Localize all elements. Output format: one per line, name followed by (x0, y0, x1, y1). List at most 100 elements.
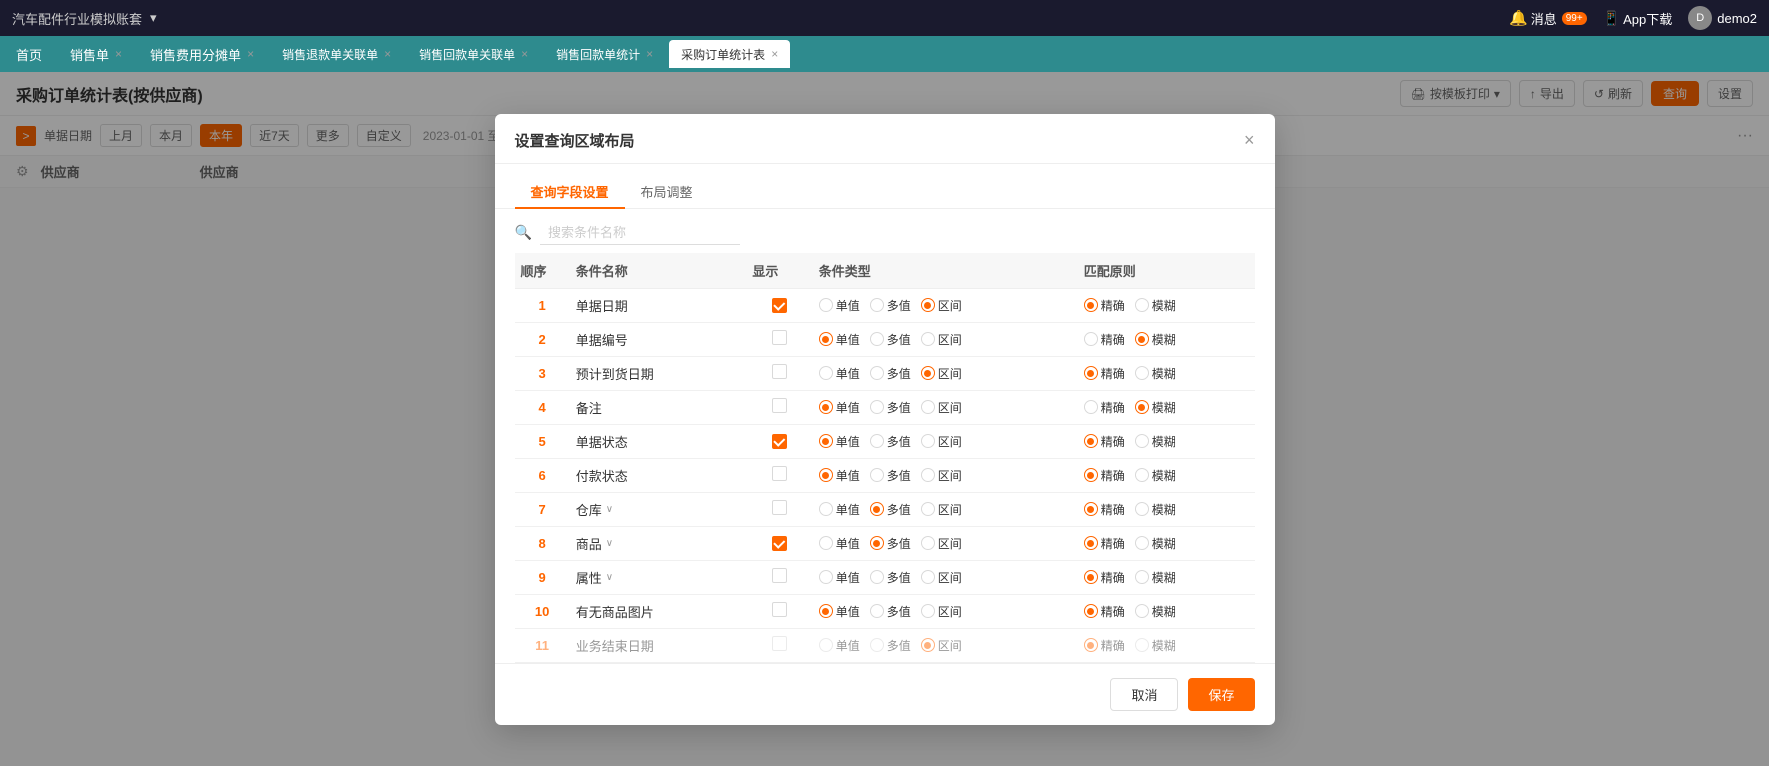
radio-single[interactable]: 单值 (819, 331, 860, 348)
tab-home[interactable]: 首页 (4, 40, 54, 68)
radio-exact[interactable]: 精确 (1084, 399, 1125, 416)
tab-sales-stat-close[interactable]: × (646, 47, 653, 61)
radio-single[interactable]: 单值 (819, 637, 860, 654)
display-checkbox[interactable] (772, 298, 787, 313)
display-checkbox[interactable] (772, 434, 787, 449)
cell-display[interactable] (746, 560, 812, 594)
cell-display[interactable] (746, 492, 812, 526)
radio-exact[interactable]: 精确 (1084, 365, 1125, 382)
display-checkbox[interactable] (772, 602, 787, 617)
radio-range[interactable]: 区间 (921, 433, 962, 450)
radio-multi[interactable]: 多值 (870, 467, 911, 484)
cancel-button[interactable]: 取消 (1110, 678, 1178, 711)
radio-fuzzy[interactable]: 模糊 (1135, 297, 1176, 314)
cell-display[interactable] (746, 390, 812, 424)
cell-display[interactable] (746, 628, 812, 662)
radio-multi[interactable]: 多值 (870, 365, 911, 382)
tab-purchase-stat-close[interactable]: × (771, 47, 778, 61)
tab-sales-refund[interactable]: 销售退款单关联单 × (270, 40, 403, 68)
display-checkbox[interactable] (772, 364, 787, 379)
radio-range[interactable]: 区间 (921, 569, 962, 586)
radio-single[interactable]: 单值 (819, 467, 860, 484)
radio-single[interactable]: 单值 (819, 365, 860, 382)
radio-range[interactable]: 区间 (921, 467, 962, 484)
display-checkbox[interactable] (772, 500, 787, 515)
cell-display[interactable] (746, 424, 812, 458)
display-checkbox[interactable] (772, 568, 787, 583)
radio-single[interactable]: 单值 (819, 433, 860, 450)
user-avatar[interactable]: D demo2 (1688, 6, 1757, 30)
radio-range[interactable]: 区间 (921, 399, 962, 416)
radio-exact[interactable]: 精确 (1084, 433, 1125, 450)
dropdown-arrow-icon[interactable]: ∨ (606, 538, 613, 549)
radio-range[interactable]: 区间 (921, 637, 962, 654)
radio-range[interactable]: 区间 (921, 297, 962, 314)
modal-close-button[interactable]: × (1244, 131, 1255, 149)
dropdown-arrow-icon[interactable]: ∨ (606, 572, 613, 583)
radio-exact[interactable]: 精确 (1084, 535, 1125, 552)
radio-fuzzy[interactable]: 模糊 (1135, 501, 1176, 518)
cell-display[interactable] (746, 322, 812, 356)
radio-multi[interactable]: 多值 (870, 603, 911, 620)
radio-fuzzy[interactable]: 模糊 (1135, 331, 1176, 348)
download-link[interactable]: 📱 App下载 (1603, 9, 1673, 28)
tab-sales-receipt[interactable]: 销售回款单关联单 × (407, 40, 540, 68)
radio-exact[interactable]: 精确 (1084, 297, 1125, 314)
radio-exact[interactable]: 精确 (1084, 467, 1125, 484)
radio-fuzzy[interactable]: 模糊 (1135, 569, 1176, 586)
dropdown-arrow-icon[interactable]: ∨ (606, 504, 613, 515)
radio-fuzzy[interactable]: 模糊 (1135, 637, 1176, 654)
cell-display[interactable] (746, 458, 812, 492)
tab-query-fields[interactable]: 查询字段设置 (515, 176, 625, 209)
cell-display[interactable] (746, 594, 812, 628)
radio-exact[interactable]: 精确 (1084, 501, 1125, 518)
radio-multi[interactable]: 多值 (870, 297, 911, 314)
cell-display[interactable] (746, 356, 812, 390)
radio-single[interactable]: 单值 (819, 501, 860, 518)
radio-fuzzy[interactable]: 模糊 (1135, 535, 1176, 552)
display-checkbox[interactable] (772, 330, 787, 345)
tab-sales-expense[interactable]: 销售费用分摊单 × (138, 40, 266, 68)
radio-single[interactable]: 单值 (819, 535, 860, 552)
radio-exact[interactable]: 精确 (1084, 331, 1125, 348)
radio-single[interactable]: 单值 (819, 297, 860, 314)
tab-purchase-stat[interactable]: 采购订单统计表 × (669, 40, 790, 68)
radio-fuzzy[interactable]: 模糊 (1135, 365, 1176, 382)
radio-multi[interactable]: 多值 (870, 535, 911, 552)
tab-sales-receipt-close[interactable]: × (521, 47, 528, 61)
tab-sales-expense-close[interactable]: × (247, 47, 254, 61)
radio-multi[interactable]: 多值 (870, 569, 911, 586)
app-title-dropdown-icon[interactable]: ▾ (150, 10, 157, 26)
radio-range[interactable]: 区间 (921, 365, 962, 382)
radio-exact[interactable]: 精确 (1084, 637, 1125, 654)
tab-sales-order[interactable]: 销售单 × (58, 40, 134, 68)
radio-range[interactable]: 区间 (921, 603, 962, 620)
radio-single[interactable]: 单值 (819, 399, 860, 416)
radio-range[interactable]: 区间 (921, 331, 962, 348)
tab-sales-refund-close[interactable]: × (384, 47, 391, 61)
radio-exact[interactable]: 精确 (1084, 603, 1125, 620)
radio-multi[interactable]: 多值 (870, 331, 911, 348)
search-condition-input[interactable] (540, 221, 740, 245)
display-checkbox[interactable] (772, 398, 787, 413)
tab-sales-order-close[interactable]: × (115, 47, 122, 61)
radio-range[interactable]: 区间 (921, 501, 962, 518)
radio-multi[interactable]: 多值 (870, 637, 911, 654)
display-checkbox[interactable] (772, 466, 787, 481)
cell-display[interactable] (746, 526, 812, 560)
cell-display[interactable] (746, 288, 812, 322)
radio-fuzzy[interactable]: 模糊 (1135, 467, 1176, 484)
radio-multi[interactable]: 多值 (870, 399, 911, 416)
radio-multi[interactable]: 多值 (870, 433, 911, 450)
radio-fuzzy[interactable]: 模糊 (1135, 399, 1176, 416)
radio-single[interactable]: 单值 (819, 603, 860, 620)
radio-exact[interactable]: 精确 (1084, 569, 1125, 586)
tab-sales-stat[interactable]: 销售回款单统计 × (544, 40, 665, 68)
message-icon[interactable]: 🔔 消息 99+ (1509, 9, 1587, 28)
radio-single[interactable]: 单值 (819, 569, 860, 586)
tab-layout-adjust[interactable]: 布局调整 (625, 176, 709, 209)
display-checkbox[interactable] (772, 536, 787, 551)
radio-fuzzy[interactable]: 模糊 (1135, 433, 1176, 450)
radio-range[interactable]: 区间 (921, 535, 962, 552)
display-checkbox[interactable] (772, 636, 787, 651)
